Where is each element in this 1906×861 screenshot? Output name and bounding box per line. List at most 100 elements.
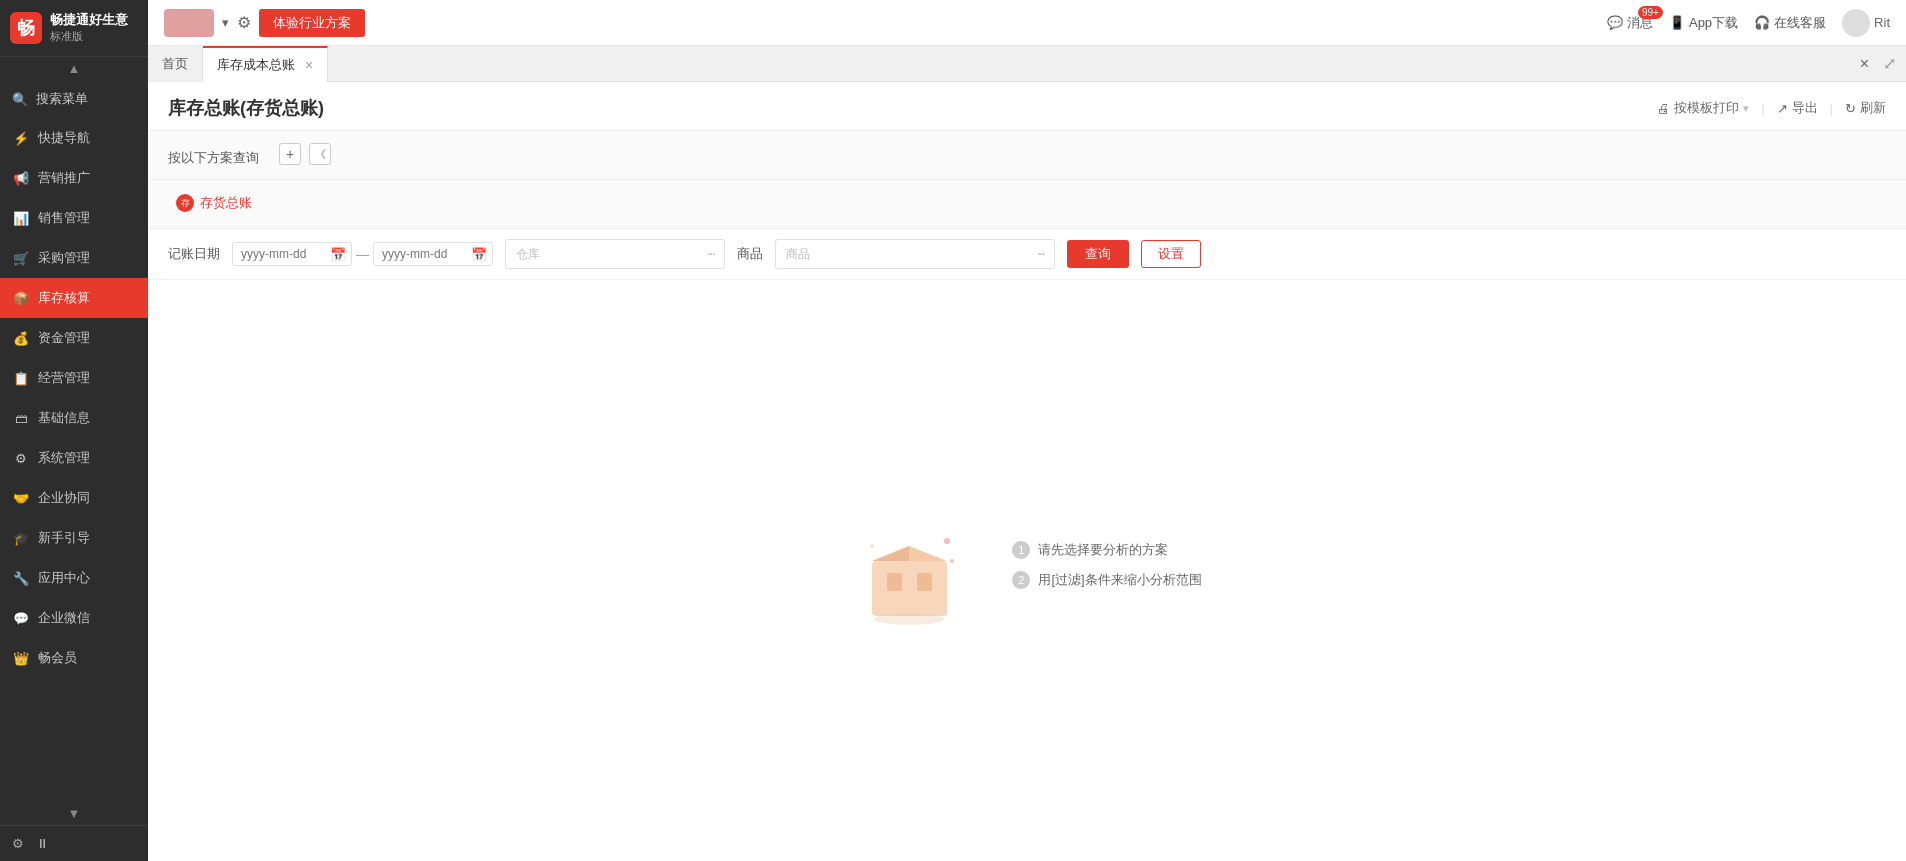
promo-button[interactable]: 体验行业方案 (259, 9, 365, 37)
refresh-icon: ↻ (1845, 101, 1856, 116)
sidebar-item-finance[interactable]: 💰 资金管理 (0, 318, 148, 358)
print-dropdown-icon[interactable]: ▾ (1743, 102, 1749, 115)
sidebar-item-label: 快捷导航 (38, 129, 90, 147)
main-area: ▾ ⚙ 体验行业方案 💬 消息 99+ 📱 App下载 🎧 在线客服 (148, 0, 1906, 861)
refresh-button[interactable]: ↻ 刷新 (1845, 99, 1886, 117)
sidebar-item-purchase[interactable]: 🛒 采购管理 (0, 238, 148, 278)
sidebar-item-label: 企业微信 (38, 609, 90, 627)
sidebar-item-sales[interactable]: 📊 销售管理 (0, 198, 148, 238)
refresh-label: 刷新 (1860, 99, 1886, 117)
tabs-resize-icon[interactable]: ⤢ (1883, 54, 1896, 73)
app-logo-icon: 畅 (10, 12, 42, 44)
download-icon: 📱 (1669, 15, 1685, 30)
sidebar-scroll-down[interactable]: ▼ (0, 802, 148, 825)
sidebar-item-operation[interactable]: 📋 经营管理 (0, 358, 148, 398)
filter-label: 按以下方案查询 (168, 143, 259, 167)
print-button[interactable]: 🖨 按模板打印 ▾ (1657, 99, 1749, 117)
sidebar-item-member[interactable]: 👑 畅会员 (0, 638, 148, 678)
sidebar-item-marketing[interactable]: 📢 营销推广 (0, 158, 148, 198)
scheme-label: 存货总账 (200, 194, 252, 212)
basic-icon: 🗃 (12, 409, 30, 427)
date-separator: — (356, 247, 369, 262)
empty-state: 1 请先选择要分析的方案 2 用[过滤]条件来缩小分析范围 (148, 280, 1906, 861)
tab-home[interactable]: 首页 (148, 46, 203, 82)
sidebar-item-label: 营销推广 (38, 169, 90, 187)
sidebar: 畅 畅捷通好生意 标准版 ▲ 🔍 搜索菜单 ⚡ 快捷导航 📢 营销推广 📊 销售… (0, 0, 148, 861)
audio-bottom-button[interactable]: ⏸ (36, 836, 49, 851)
sidebar-item-enterprise[interactable]: 🤝 企业协同 (0, 478, 148, 518)
sidebar-item-label: 企业协同 (38, 489, 90, 507)
empty-hint-1: 1 请先选择要分析的方案 (1012, 541, 1201, 559)
filter-collapse-button[interactable]: 《 (309, 143, 331, 165)
sidebar-logo: 畅 畅捷通好生意 标准版 (0, 0, 148, 57)
user-avatar-area[interactable]: Rit (1842, 9, 1890, 37)
warehouse-label: 仓库 (516, 246, 540, 263)
sidebar-scroll-up[interactable]: ▲ (0, 57, 148, 80)
company-dropdown[interactable]: ▾ (222, 15, 229, 30)
sidebar-item-system[interactable]: ⚙ 系统管理 (0, 438, 148, 478)
sidebar-item-app-center[interactable]: 🔧 应用中心 (0, 558, 148, 598)
print-icon: 🖨 (1657, 101, 1670, 116)
sidebar-item-quick-nav[interactable]: ⚡ 快捷导航 (0, 118, 148, 158)
tab-close-icon[interactable]: × (305, 58, 313, 72)
product-field-label: 商品 (737, 245, 763, 263)
topbar-left: ▾ ⚙ 体验行业方案 (164, 9, 1597, 37)
sidebar-search[interactable]: 🔍 搜索菜单 (0, 80, 148, 118)
online-service-button[interactable]: 🎧 在线客服 (1754, 14, 1826, 32)
settings-bottom-button[interactable]: ⚙ (12, 836, 24, 851)
topbar-right: 💬 消息 99+ 📱 App下载 🎧 在线客服 Rit (1607, 9, 1890, 37)
inventory-icon: 📦 (12, 289, 30, 307)
app-download-label: App下载 (1689, 14, 1738, 32)
svg-rect-1 (887, 573, 902, 591)
search-label: 搜索菜单 (36, 90, 88, 108)
scheme-icon: 存 (176, 194, 194, 212)
sidebar-item-label: 基础信息 (38, 409, 90, 427)
empty-hints: 1 请先选择要分析的方案 2 用[过滤]条件来缩小分析范围 (1012, 541, 1201, 601)
settings-gear-button[interactable]: ⚙ (237, 13, 251, 32)
sidebar-item-basic[interactable]: 🗃 基础信息 (0, 398, 148, 438)
filter-area: 按以下方案查询 + 《 (148, 131, 1906, 180)
username-label: Rit (1874, 15, 1890, 30)
app-center-icon: 🔧 (12, 569, 30, 587)
dropdown-arrow-icon: ▾ (222, 15, 229, 30)
product-input[interactable]: 商品 ··· (775, 239, 1055, 269)
date-start-input[interactable] (232, 242, 352, 266)
page-content: 库存总账(存货总账) 🖨 按模板打印 ▾ | ↗ 导出 | ↻ 刷新 (148, 82, 1906, 861)
date-end-wrap: 📅 (373, 242, 493, 266)
user-avatar (1842, 9, 1870, 37)
app-download-button[interactable]: 📱 App下载 (1669, 14, 1738, 32)
app-version: 标准版 (50, 29, 128, 43)
action-divider: | (1761, 101, 1764, 116)
date-end-input[interactable] (373, 242, 493, 266)
tab-inventory-ledger[interactable]: 库存成本总账 × (203, 46, 328, 82)
filter-add-button[interactable]: + (279, 143, 301, 165)
message-badge: 99+ (1638, 6, 1663, 19)
sidebar-item-label: 新手引导 (38, 529, 90, 547)
filter-controls: + 《 (279, 143, 1886, 165)
svg-point-3 (874, 613, 944, 625)
sidebar-item-label: 畅会员 (38, 649, 77, 667)
add-icon: + (286, 146, 294, 162)
sidebar-item-inventory[interactable]: 📦 库存核算 (0, 278, 148, 318)
scheme-item-inventory-ledger[interactable]: 存 存货总账 (168, 190, 260, 216)
hint-2-text: 用[过滤]条件来缩小分析范围 (1038, 571, 1201, 589)
sidebar-item-wechat[interactable]: 💬 企业微信 (0, 598, 148, 638)
app-logo-text: 畅捷通好生意 标准版 (50, 12, 128, 43)
filter-scheme-panel: 存 存货总账 (148, 180, 1906, 229)
tabs-close-all-button[interactable]: × (1854, 53, 1875, 75)
warehouse-input[interactable]: 仓库 ··· (505, 239, 725, 269)
scheme-icon-char: 存 (181, 197, 190, 210)
message-button[interactable]: 💬 消息 99+ (1607, 14, 1653, 32)
finance-icon: 💰 (12, 329, 30, 347)
sidebar-item-label: 应用中心 (38, 569, 90, 587)
app-name: 畅捷通好生意 (50, 12, 128, 29)
query-button[interactable]: 查询 (1067, 240, 1129, 268)
page-title: 库存总账(存货总账) (168, 96, 324, 120)
online-service-label: 在线客服 (1774, 14, 1826, 32)
sidebar-item-newbie[interactable]: 🎓 新手引导 (0, 518, 148, 558)
date-input-group: 📅 — 📅 (232, 242, 493, 266)
settings-button[interactable]: 设置 (1141, 240, 1201, 268)
newbie-icon: 🎓 (12, 529, 30, 547)
filter-row: 记账日期 📅 — 📅 仓库 ··· 商品 商品 (148, 229, 1906, 280)
export-button[interactable]: ↗ 导出 (1777, 99, 1818, 117)
